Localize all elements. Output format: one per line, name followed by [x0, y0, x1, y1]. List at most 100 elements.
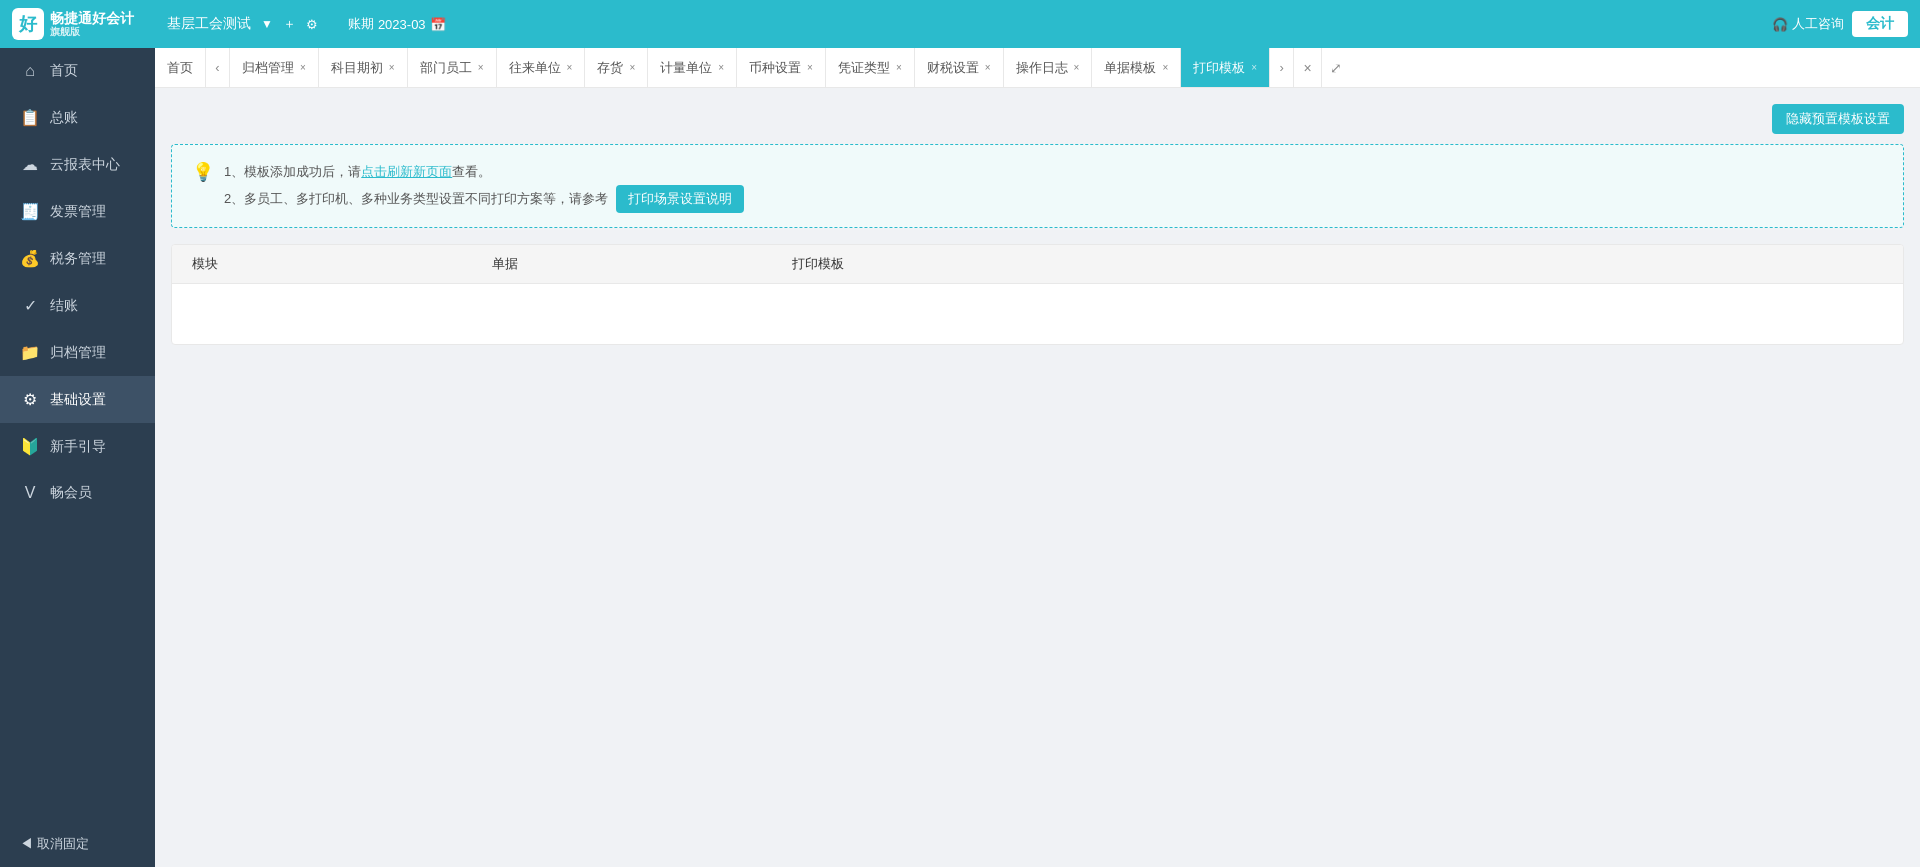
sidebar-unpin-button[interactable]: ◀ 取消固定 — [0, 821, 155, 867]
sidebar-item-guide[interactable]: 🔰 新手引导 — [0, 423, 155, 470]
sidebar-item-reports[interactable]: ☁ 云报表中心 — [0, 141, 155, 188]
tab-close-supplier[interactable]: × — [567, 62, 573, 73]
sidebar-label-settings: 基础设置 — [50, 391, 106, 409]
sidebar-item-invoice[interactable]: 🧾 发票管理 — [0, 188, 155, 235]
tab-label-unit: 计量单位 — [660, 59, 712, 77]
settle-icon: ✓ — [20, 296, 40, 315]
sidebar-label-invoice: 发票管理 — [50, 203, 106, 221]
invoice-icon: 🧾 — [20, 202, 40, 221]
header-add-icon[interactable]: ＋ — [283, 15, 296, 33]
col-header-module: 模块 — [172, 255, 472, 273]
guide-icon: 🔰 — [20, 437, 40, 456]
app-logo: 好 畅捷通好会计 旗舰版 — [12, 8, 167, 40]
tab-close-unit[interactable]: × — [718, 62, 724, 73]
tab-currency[interactable]: 币种设置 × — [737, 48, 826, 87]
app-name: 畅捷通好会计 — [50, 10, 134, 27]
tab-close-department[interactable]: × — [478, 62, 484, 73]
data-table: 模块 单据 打印模板 — [171, 244, 1904, 345]
help-label: 人工咨询 — [1792, 15, 1844, 33]
tab-home[interactable]: 首页 — [155, 48, 206, 87]
sidebar-item-home[interactable]: ⌂ 首页 — [0, 48, 155, 94]
calendar-icon[interactable]: 📅 — [430, 17, 446, 32]
tab-label-print-template: 打印模板 — [1193, 59, 1245, 77]
sidebar-item-member[interactable]: V 畅会员 — [0, 470, 155, 516]
app-sub: 旗舰版 — [50, 26, 134, 38]
info-line1-prefix: 1、模板添加成功后，请 — [224, 164, 361, 179]
tab-close-doc-template[interactable]: × — [1162, 62, 1168, 73]
header-settings-icon[interactable]: ⚙ — [306, 17, 318, 32]
info-line1-suffix: 查看。 — [452, 164, 491, 179]
top-header: 好 畅捷通好会计 旗舰版 基层工会测试 ▼ ＋ ⚙ 账期 2023-03 📅 🎧… — [0, 0, 1920, 48]
info-box-content: 💡 1、模板添加成功后，请点击刷新新页面查看。 2、多员工、多打印机、多种业务类… — [192, 159, 1883, 213]
tab-close-inventory[interactable]: × — [629, 62, 635, 73]
settings-icon: ⚙ — [20, 390, 40, 409]
sidebar-item-ledger[interactable]: 📋 总账 — [0, 94, 155, 141]
tab-voucher[interactable]: 凭证类型 × — [826, 48, 915, 87]
sidebar-item-tax[interactable]: 💰 税务管理 — [0, 235, 155, 282]
tab-supplier[interactable]: 往来单位 × — [497, 48, 586, 87]
info-text: 1、模板添加成功后，请点击刷新新页面查看。 2、多员工、多打印机、多种业务类型设… — [224, 159, 744, 213]
reports-icon: ☁ — [20, 155, 40, 174]
tab-label-supplier: 往来单位 — [509, 59, 561, 77]
workspace-dropdown-icon[interactable]: ▼ — [261, 17, 273, 31]
info-line1: 1、模板添加成功后，请点击刷新新页面查看。 — [224, 159, 744, 185]
tab-close-all-button[interactable]: × — [1294, 48, 1322, 87]
header-workspace: 基层工会测试 ▼ ＋ ⚙ 账期 2023-03 📅 — [167, 15, 1772, 33]
hide-template-button[interactable]: 隐藏预置模板设置 — [1772, 104, 1904, 134]
sidebar-item-archive[interactable]: 📁 归档管理 — [0, 329, 155, 376]
tab-label-archive: 归档管理 — [242, 59, 294, 77]
tab-close-operation[interactable]: × — [1074, 62, 1080, 73]
col-header-template: 打印模板 — [772, 255, 1903, 273]
page-content: 隐藏预置模板设置 💡 1、模板添加成功后，请点击刷新新页面查看。 2、多员工、多… — [155, 88, 1920, 867]
tab-bar: 首页 ‹ 归档管理 × 科目期初 × 部门员工 × 往来单位 × 存货 × — [155, 48, 1920, 88]
period-value: 2023-03 — [378, 17, 426, 32]
sidebar-label-home: 首页 — [50, 62, 78, 80]
tab-label-doc-template: 单据模板 — [1104, 59, 1156, 77]
tab-expand-button[interactable]: ⤢ — [1322, 48, 1350, 87]
sidebar-label-settle: 结账 — [50, 297, 78, 315]
tab-tax-settings[interactable]: 财税设置 × — [915, 48, 1004, 87]
workspace-name: 基层工会测试 — [167, 15, 251, 33]
sidebar-label-archive: 归档管理 — [50, 344, 106, 362]
col-header-doc: 单据 — [472, 255, 772, 273]
tab-inventory[interactable]: 存货 × — [585, 48, 648, 87]
header-right: 🎧 人工咨询 会计 — [1772, 11, 1908, 37]
headset-icon: 🎧 — [1772, 17, 1788, 32]
print-scene-button[interactable]: 打印场景设置说明 — [616, 185, 744, 213]
sidebar-item-settings[interactable]: ⚙ 基础设置 — [0, 376, 155, 423]
tab-unit[interactable]: 计量单位 × — [648, 48, 737, 87]
info-line2-text: 2、多员工、多打印机、多种业务类型设置不同打印方案等，请参考 — [224, 191, 608, 206]
tab-subject[interactable]: 科目期初 × — [319, 48, 408, 87]
tab-nav-left[interactable]: ‹ — [206, 48, 230, 87]
tab-close-voucher[interactable]: × — [896, 62, 902, 73]
tab-label-currency: 币种设置 — [749, 59, 801, 77]
period-info: 账期 2023-03 📅 — [348, 15, 446, 33]
tab-operation[interactable]: 操作日志 × — [1004, 48, 1093, 87]
content-area: 首页 ‹ 归档管理 × 科目期初 × 部门员工 × 往来单位 × 存货 × — [155, 48, 1920, 867]
bulb-icon: 💡 — [192, 161, 214, 183]
tab-close-archive[interactable]: × — [300, 62, 306, 73]
tax-icon: 💰 — [20, 249, 40, 268]
action-bar: 隐藏预置模板设置 — [171, 104, 1904, 134]
archive-icon: 📁 — [20, 343, 40, 362]
tab-label-inventory: 存货 — [597, 59, 623, 77]
logo-text: 畅捷通好会计 旗舰版 — [50, 10, 134, 39]
tab-archive[interactable]: 归档管理 × — [230, 48, 319, 87]
help-button[interactable]: 🎧 人工咨询 — [1772, 15, 1844, 33]
tab-close-subject[interactable]: × — [389, 62, 395, 73]
tab-doc-template[interactable]: 单据模板 × — [1092, 48, 1181, 87]
tab-close-print-template[interactable]: × — [1251, 62, 1257, 73]
home-icon: ⌂ — [20, 62, 40, 80]
sidebar-item-settle[interactable]: ✓ 结账 — [0, 282, 155, 329]
sidebar-label-tax: 税务管理 — [50, 250, 106, 268]
account-button[interactable]: 会计 — [1852, 11, 1908, 37]
tab-close-currency[interactable]: × — [807, 62, 813, 73]
tab-label-operation: 操作日志 — [1016, 59, 1068, 77]
sidebar: ⌂ 首页 📋 总账 ☁ 云报表中心 🧾 发票管理 💰 税务管理 ✓ 结账 📁 归… — [0, 48, 155, 867]
refresh-link[interactable]: 点击刷新新页面 — [361, 164, 452, 179]
tab-print-template[interactable]: 打印模板 × — [1181, 48, 1270, 87]
ledger-icon: 📋 — [20, 108, 40, 127]
tab-close-tax-settings[interactable]: × — [985, 62, 991, 73]
tab-nav-right[interactable]: › — [1270, 48, 1294, 87]
tab-department[interactable]: 部门员工 × — [408, 48, 497, 87]
